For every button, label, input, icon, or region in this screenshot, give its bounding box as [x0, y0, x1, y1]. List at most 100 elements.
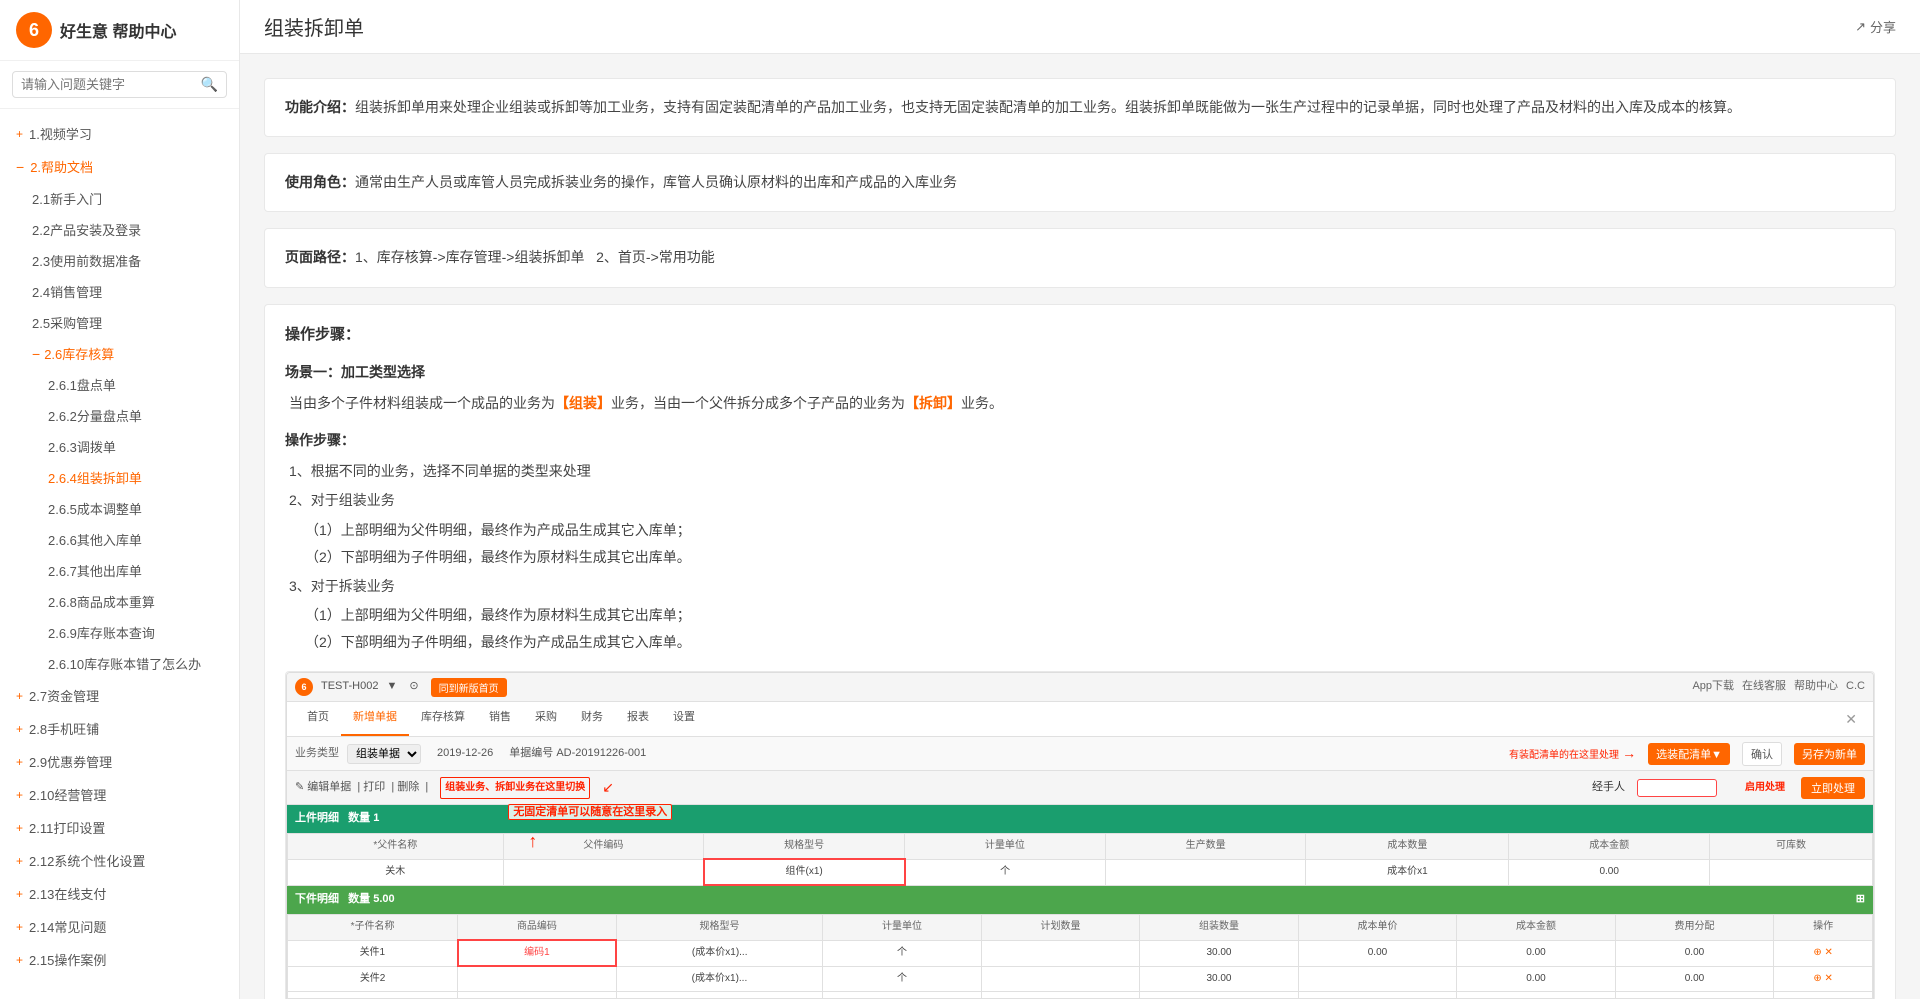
sidebar-item-account-query[interactable]: 2.6.9库存账本查询 — [0, 617, 239, 648]
app-nav-new-order[interactable]: 新增单据 — [341, 702, 409, 736]
arrow-1: → — [1622, 745, 1636, 761]
lcell-code-1: 编码1 — [458, 940, 617, 966]
sidebar-item-new-hand[interactable]: 2.1新手入门 — [0, 183, 239, 214]
lcol-asm-qty: 组装数量 — [1140, 915, 1299, 941]
lcell-unit-2: 个 — [823, 966, 982, 991]
app-refresh-icon: ⊙ — [409, 677, 418, 697]
app-process-btn[interactable]: 立即处理 — [1801, 777, 1865, 799]
app-doc-type-label: 业务类型 — [295, 744, 339, 764]
annotation-3-area: 启用处理 — [1745, 778, 1785, 798]
sidebar-item-inventory[interactable]: − 2.6库存核算 — [0, 338, 239, 369]
expand-icon: + — [16, 722, 23, 736]
app-confirm-btn[interactable]: 确认 — [1742, 742, 1782, 766]
app-dropdown-icon: ▼ — [386, 677, 397, 697]
lcol-cost-dist: 费用分配 — [1615, 915, 1774, 941]
app-nav-sales[interactable]: 销售 — [477, 702, 523, 736]
sidebar-item-coupon[interactable]: + 2.9优惠券管理 — [0, 745, 239, 778]
app-support-icon: 在线客服 — [1742, 677, 1786, 697]
app-top-icons: App下载 在线客服 帮助中心 C.C — [1692, 677, 1865, 697]
cell-spec-highlight: 组件(x1) — [704, 859, 905, 885]
app-order-no: 单据编号 AD-20191226-001 — [509, 744, 646, 764]
sidebar-item-label: 2.8手机旺铺 — [29, 719, 99, 738]
app-nav-settings[interactable]: 设置 — [661, 702, 707, 736]
app-owner-input[interactable] — [1637, 779, 1717, 797]
app-save-as-btn[interactable]: 另存为新单 — [1794, 743, 1865, 765]
lcell-ops-2[interactable]: ⊕ ✕ — [1774, 966, 1873, 991]
step-2-1: （1）上部明细为父件明细，最终作为产成品生成其它入库单； — [285, 518, 1875, 543]
app-doc-toolbar: 业务类型 组装单据 拆卸单据 2019-12-26 单据编号 AD-201912… — [287, 737, 1873, 771]
search-box: 🔍 — [0, 61, 239, 109]
app-company: TEST-H002 — [321, 677, 378, 697]
screenshot-wrapper: 6 TEST-H002 ▼ ⊙ 同到新版首页 App下载 在线客服 帮助中心 C… — [286, 672, 1874, 999]
search-input[interactable] — [21, 77, 201, 92]
share-label: 分享 — [1870, 17, 1896, 36]
lcell-spec-2: (成本价x1)... — [616, 966, 823, 991]
logo-area: 6 好生意 帮助中心 — [0, 0, 239, 61]
sidebar-item-cases[interactable]: + 2.15操作案例 — [0, 943, 239, 976]
share-button[interactable]: ↗ 分享 — [1855, 17, 1896, 36]
docs-submenu: 2.1新手入门 2.2产品安装及登录 2.3使用前数据准备 2.4销售管理 2.… — [0, 183, 239, 679]
sidebar-item-videos[interactable]: + 1.视频学习 — [0, 117, 239, 150]
step-2-2: （2）下部明细为子件明细，最终作为原材料生成其它出库单。 — [285, 545, 1875, 570]
sidebar-item-faq[interactable]: + 2.14常见问题 — [0, 910, 239, 943]
col-cost-amt: 成本金额 — [1509, 834, 1710, 860]
role-text: 使用角色：通常由生产人员或库管人员完成拆装业务的操作，库管人员确认原材料的出库和… — [285, 174, 957, 190]
sidebar-item-cost-recalc[interactable]: 2.6.8商品成本重算 — [0, 586, 239, 617]
collapse-icon: − — [16, 159, 24, 175]
sidebar-item-cost-adjust[interactable]: 2.6.5成本调整单 — [0, 493, 239, 524]
app-nav-inventory[interactable]: 库存核算 — [409, 702, 477, 736]
sidebar-item-docs[interactable]: − 2.帮助文档 — [0, 150, 239, 183]
app-navbar: 首页 新增单据 库存核算 销售 采购 财务 报表 设置 ✕ — [287, 702, 1873, 737]
sidebar-item-personalize[interactable]: + 2.12系统个性化设置 — [0, 844, 239, 877]
col-parent-code: 父件编码 — [503, 834, 704, 860]
sidebar-item-purchase[interactable]: 2.5采购管理 — [0, 307, 239, 338]
lcell-amt-1: 0.00 — [1457, 940, 1616, 966]
step-3-1: （1）上部明细为父件明细，最终作为原材料生成其它出库单； — [285, 603, 1875, 628]
app-upper-header: 上件明细 数量 1 — [287, 805, 1873, 833]
app-close-icon[interactable]: ✕ — [1837, 703, 1865, 736]
sidebar-item-stocktake[interactable]: 2.6.1盘点单 — [0, 369, 239, 400]
sidebar-item-mobile[interactable]: + 2.8手机旺铺 — [0, 712, 239, 745]
lcell-ops-1[interactable]: ⊕ ✕ — [1774, 940, 1873, 966]
sidebar-item-ops[interactable]: + 2.10经营管理 — [0, 778, 239, 811]
lcol-plan-qty: 计划数量 — [981, 915, 1140, 941]
sidebar-item-split-stock[interactable]: 2.6.2分量盘点单 — [0, 400, 239, 431]
sidebar-item-other-out[interactable]: 2.6.7其他出库单 — [0, 555, 239, 586]
app-nav-report[interactable]: 报表 — [615, 702, 661, 736]
intro-label: 功能介绍： — [285, 99, 355, 115]
col-parent-name: *父件名称 — [288, 834, 504, 860]
lcell-name-1: 关件1 — [288, 940, 458, 966]
upper-table-row-1: 关木 组件(x1) 个 成本价x1 0.00 — [288, 859, 1873, 885]
app-nav-home[interactable]: 首页 — [295, 702, 341, 736]
sidebar-item-print[interactable]: + 2.11打印设置 — [0, 811, 239, 844]
lcol-cost-amt: 成本金额 — [1457, 915, 1616, 941]
sidebar-item-account-err[interactable]: 2.6.10库存账本错了怎么办 — [0, 648, 239, 679]
expand-icon: + — [16, 689, 23, 703]
sidebar-item-finance[interactable]: + 2.7资金管理 — [0, 679, 239, 712]
search-wrap[interactable]: 🔍 — [12, 71, 227, 98]
app-doc-type-select[interactable]: 组装单据 拆卸单据 — [347, 744, 421, 764]
sidebar-item-online-pay[interactable]: + 2.13在线支付 — [0, 877, 239, 910]
lower-row-2: 关件2 (成本价x1)... 个 30.00 0.00 0.00 — [288, 966, 1873, 991]
col-prod-qty: 生产数量 — [1105, 834, 1306, 860]
app-nav-finance[interactable]: 财务 — [569, 702, 615, 736]
sidebar-item-data-prep[interactable]: 2.3使用前数据准备 — [0, 245, 239, 276]
app-select-bom-btn[interactable]: 选装配清单▼ — [1648, 743, 1730, 765]
sidebar-item-assembly[interactable]: 2.6.4组装拆卸单 — [0, 462, 239, 493]
logo-text: 好生意 帮助中心 — [60, 18, 176, 42]
sidebar-item-adjust[interactable]: 2.6.3调拨单 — [0, 431, 239, 462]
app-upper-table: *父件名称 父件编码 规格型号 计量单位 生产数量 成本数量 成本金额 可库数 — [287, 833, 1873, 886]
sidebar-item-sales[interactable]: 2.4销售管理 — [0, 276, 239, 307]
sidebar-item-other-in[interactable]: 2.6.6其他入库单 — [0, 524, 239, 555]
app-new-record-btn[interactable]: 同到新版首页 — [431, 678, 507, 697]
annotation-3: 启用处理 — [1745, 782, 1785, 793]
nav-list: + 1.视频学习 − 2.帮助文档 2.1新手入门 2.2产品安装及登录 2.3… — [0, 109, 239, 999]
sidebar: 6 好生意 帮助中心 🔍 + 1.视频学习 − 2.帮助文档 2.1新手入门 2… — [0, 0, 240, 999]
app-nav-purchase[interactable]: 采购 — [523, 702, 569, 736]
expand-icon: + — [16, 821, 23, 835]
expand-icon: + — [16, 887, 23, 901]
path-section: 页面路径：1、库存核算->库存管理->组装拆卸单 2、首页->常用功能 — [264, 228, 1896, 287]
sidebar-item-install[interactable]: 2.2产品安装及登录 — [0, 214, 239, 245]
expand-icon: + — [16, 788, 23, 802]
intro-section: 功能介绍：组装拆卸单用来处理企业组装或拆卸等加工业务，支持有固定装配清单的产品加… — [264, 78, 1896, 137]
